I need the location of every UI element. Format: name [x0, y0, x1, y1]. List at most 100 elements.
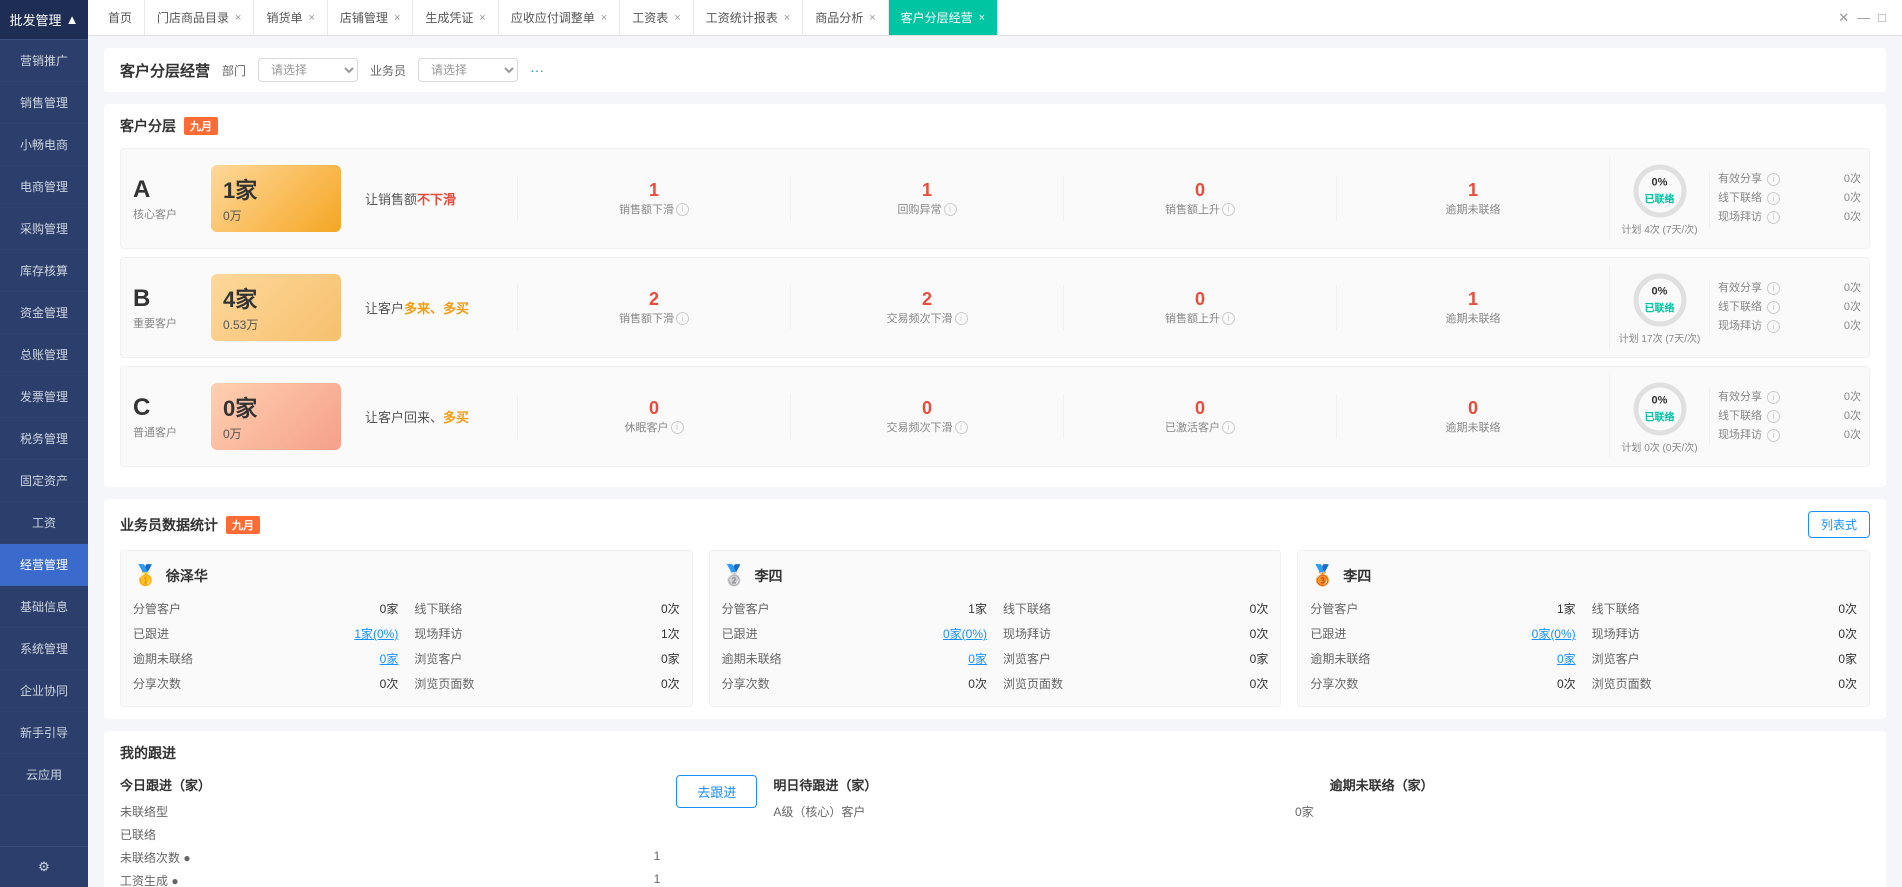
sidebar-item-电商管理[interactable]: 电商管理 [0, 166, 88, 208]
tab-close-生成凭证[interactable]: × [479, 12, 485, 24]
stat-item: 1逾期未联络 [1336, 176, 1609, 221]
tier-amount: 0.53万 [223, 316, 329, 333]
sidebar-item-税务管理[interactable]: 税务管理 [0, 418, 88, 460]
tab-工资表[interactable]: 工资表× [620, 0, 693, 36]
info-icon[interactable]: i [676, 203, 689, 216]
sidebar-item-资金管理[interactable]: 资金管理 [0, 292, 88, 334]
tab-minimize-icon[interactable]: — [1857, 10, 1870, 25]
person-stat-row: 分享次数0次 [1310, 673, 1575, 694]
person-stat-row: 浏览页面数0次 [1592, 673, 1857, 694]
sidebar-item-总账管理[interactable]: 总账管理 [0, 334, 88, 376]
right-stat-info[interactable]: i [1767, 410, 1780, 423]
stat-count: 1 [1468, 180, 1478, 201]
sidebar-settings[interactable]: ⚙ [0, 846, 88, 887]
info-icon[interactable]: i [671, 421, 684, 434]
tab-close-商品分析[interactable]: × [869, 12, 875, 24]
person-stat-value: 0家 [1838, 650, 1857, 667]
right-stat-info[interactable]: i [1767, 320, 1780, 333]
tier-row-A: A核心客户1家0万让销售额不下滑1销售额下滑i1回购异常i0销售额上升i1逾期未… [120, 148, 1870, 249]
person-stat-value[interactable]: 0家 [380, 650, 399, 667]
right-stat-info[interactable]: i [1767, 192, 1780, 205]
more-filter-btn[interactable]: ··· [530, 62, 544, 78]
sales-month-badge: 九月 [226, 516, 260, 534]
tab-close-店铺管理[interactable]: × [394, 12, 400, 24]
stat-item: 1回购异常i [790, 176, 1063, 221]
info-icon[interactable]: i [1222, 203, 1235, 216]
tab-店铺管理[interactable]: 店铺管理× [328, 0, 413, 36]
tab-商品分析[interactable]: 商品分析× [803, 0, 888, 36]
sidebar-item-企业协同[interactable]: 企业协同 [0, 670, 88, 712]
sales-stats-header: 业务员数据统计 九月 列表式 [120, 511, 1870, 538]
person-stat-label: 现场拜访 [414, 625, 462, 642]
stat-count: 0 [1195, 398, 1205, 419]
sidebar-item-库存核算[interactable]: 库存核算 [0, 250, 88, 292]
sales-stats-section: 业务员数据统计 九月 列表式 🥇徐泽华分管客户0家线下联络0次已跟进1家(0%)… [104, 499, 1886, 719]
right-stat-info[interactable]: i [1767, 301, 1780, 314]
dept-select[interactable]: 请选择 [258, 58, 358, 82]
sidebar-item-采购管理[interactable]: 采购管理 [0, 208, 88, 250]
tab-生成凭证[interactable]: 生成凭证× [413, 0, 498, 36]
stat-label: 回购异常i [898, 201, 957, 217]
person-stat-value[interactable]: 0家(0%) [1532, 625, 1576, 642]
go-follow-btn[interactable]: 去跟进 [676, 775, 757, 808]
tab-门店商品目录[interactable]: 门店商品目录× [145, 0, 254, 36]
stat-item: 2销售额下滑i [517, 285, 790, 330]
tab-close-应收应付调整单[interactable]: × [601, 12, 607, 24]
circle-block-A: 0% 已联络 计划 4次 (7天/次) [1609, 157, 1709, 240]
sidebar-item-新手引导[interactable]: 新手引导 [0, 712, 88, 754]
tab-close-工资统计报表[interactable]: × [784, 12, 790, 24]
tab-应收应付调整单[interactable]: 应收应付调整单× [499, 0, 620, 36]
tab-客户分层经营[interactable]: 客户分层经营× [889, 0, 998, 36]
info-icon[interactable]: i [955, 421, 968, 434]
sidebar-item-发票管理[interactable]: 发票管理 [0, 376, 88, 418]
stat-label: 逾期未联络 [1446, 201, 1501, 217]
tab-bar-actions[interactable]: ✕ — □ [1830, 10, 1894, 26]
today-follow-row: 未联络次数 ●1 [120, 846, 660, 869]
person-stat-value[interactable]: 0家(0%) [943, 625, 987, 642]
stat-label: 逾期未联络 [1446, 419, 1501, 435]
right-stat-info[interactable]: i [1767, 391, 1780, 404]
person-stat-value: 1家 [1557, 600, 1576, 617]
list-view-btn[interactable]: 列表式 [1808, 511, 1870, 538]
sidebar-item-工资[interactable]: 工资 [0, 502, 88, 544]
sidebar-item-营销推广[interactable]: 营销推广 [0, 40, 88, 82]
tab-首页[interactable]: 首页 [96, 0, 145, 36]
tab-close-all-icon[interactable]: ✕ [1838, 10, 1849, 26]
right-stat-info[interactable]: i [1767, 282, 1780, 295]
follow-row-value: 1 [654, 872, 661, 887]
info-icon[interactable]: i [944, 203, 957, 216]
person-stat-label: 浏览客户 [1003, 650, 1051, 667]
info-icon[interactable]: i [676, 312, 689, 325]
stat-item: 1销售额下滑i [517, 176, 790, 221]
sidebar-item-云应用[interactable]: 云应用 [0, 754, 88, 796]
sidebar-item-基础信息[interactable]: 基础信息 [0, 586, 88, 628]
tab-close-客户分层经营[interactable]: × [979, 12, 985, 24]
person-stat-value[interactable]: 0家 [968, 650, 987, 667]
sidebar-item-系统管理[interactable]: 系统管理 [0, 628, 88, 670]
right-stat-item: 线下联络 i0次 [1718, 189, 1861, 205]
person-stat-value: 1次 [661, 625, 680, 642]
tab-maximize-icon[interactable]: □ [1878, 10, 1886, 25]
tab-工资统计报表[interactable]: 工资统计报表× [694, 0, 803, 36]
info-icon[interactable]: i [1222, 312, 1235, 325]
sidebar-item-经营管理[interactable]: 经营管理 [0, 544, 88, 586]
right-stat-label: 线下联络 i [1718, 298, 1780, 314]
sidebar: 批发管理 ▲ 营销推广销售管理小畅电商电商管理采购管理库存核算资金管理总账管理发… [0, 0, 88, 887]
tab-close-门店商品目录[interactable]: × [235, 12, 241, 24]
right-stat-info[interactable]: i [1767, 173, 1780, 186]
stat-label: 销售额上升i [1165, 201, 1235, 217]
tab-close-工资表[interactable]: × [674, 12, 680, 24]
tab-销货单[interactable]: 销货单× [254, 0, 327, 36]
sidebar-top-item[interactable]: 批发管理 ▲ [0, 0, 88, 40]
info-icon[interactable]: i [955, 312, 968, 325]
sales-select[interactable]: 请选择 [418, 58, 518, 82]
tab-close-销货单[interactable]: × [308, 12, 314, 24]
right-stat-info[interactable]: i [1767, 211, 1780, 224]
person-stat-value[interactable]: 1家(0%) [354, 625, 398, 642]
right-stat-info[interactable]: i [1767, 429, 1780, 442]
sidebar-item-固定资产[interactable]: 固定资产 [0, 460, 88, 502]
info-icon[interactable]: i [1222, 421, 1235, 434]
sidebar-item-小畅电商[interactable]: 小畅电商 [0, 124, 88, 166]
sidebar-item-销售管理[interactable]: 销售管理 [0, 82, 88, 124]
person-stat-value[interactable]: 0家 [1557, 650, 1576, 667]
